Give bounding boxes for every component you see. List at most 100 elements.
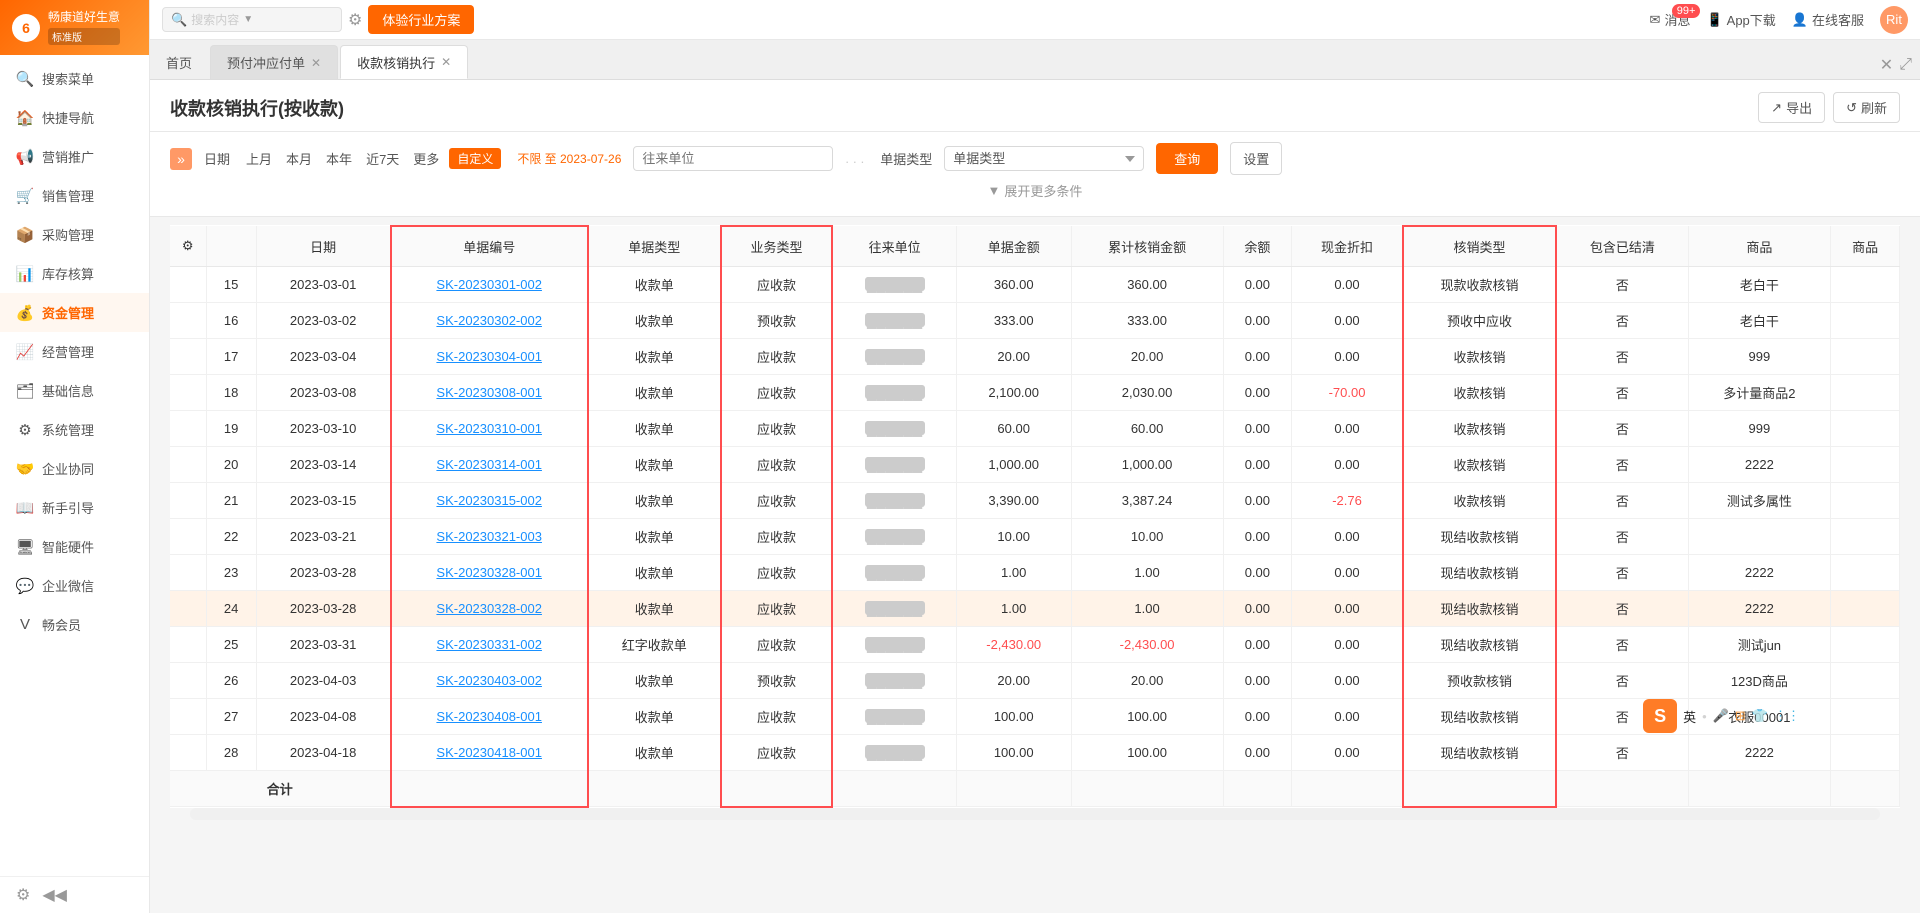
doc-no-link[interactable]: SK-20230304-001 [436, 349, 542, 364]
sidebar-item-enterprise[interactable]: 🤝 企业协同 [0, 449, 149, 488]
doc-no-link[interactable]: SK-20230328-001 [436, 565, 542, 580]
sidebar-item-vip[interactable]: V 畅会员 [0, 605, 149, 644]
doc-no-link[interactable]: SK-20230328-002 [436, 601, 542, 616]
gear-icon[interactable]: ⚙ [348, 10, 362, 30]
search-icon: 🔍 [16, 70, 34, 88]
solution-button[interactable]: 体验行业方案 [368, 5, 474, 34]
table-cell[interactable]: SK-20230308-001 [391, 375, 588, 411]
tab-receipt-verify-close-icon[interactable]: ✕ [441, 55, 451, 69]
watermark-shirt-icon: 👕 [1752, 708, 1768, 724]
table-cell: 3,390.00 [956, 483, 1071, 519]
doc-no-link[interactable]: SK-20230301-002 [436, 277, 542, 292]
doc-no-link[interactable]: SK-20230310-001 [436, 421, 542, 436]
table-cell: 预收款 [721, 663, 833, 699]
table-cell: 15 [206, 267, 256, 303]
table-cell: 2023-03-01 [256, 267, 390, 303]
doc-no-link[interactable]: SK-20230403-002 [436, 673, 542, 688]
online-service-link[interactable]: 👤 在线客服 [1792, 10, 1864, 29]
refresh-button[interactable]: ↺ 刷新 [1833, 92, 1900, 123]
table-cell[interactable]: SK-20230310-001 [391, 411, 588, 447]
tab-prepay-close-icon[interactable]: ✕ [311, 56, 321, 70]
sidebar-item-sales[interactable]: 🛒 销售管理 [0, 176, 149, 215]
table-cell[interactable]: SK-20230331-002 [391, 627, 588, 663]
filter-expand-button[interactable]: ▼ 展开更多条件 [170, 175, 1900, 206]
table-cell[interactable]: SK-20230403-002 [391, 663, 588, 699]
table-cell [170, 375, 206, 411]
doc-no-link[interactable]: SK-20230308-001 [436, 385, 542, 400]
expand-tab-button[interactable]: ⤢ [1899, 56, 1912, 74]
table-cell: 收款单 [588, 447, 721, 483]
table-cell[interactable]: SK-20230304-001 [391, 339, 588, 375]
doc-no-link[interactable]: SK-20230302-002 [436, 313, 542, 328]
sidebar-item-guide[interactable]: 📖 新手引导 [0, 488, 149, 527]
doc-no-link[interactable]: SK-20230408-001 [436, 709, 542, 724]
sidebar-item-label: 新手引导 [42, 498, 94, 517]
sidebar-item-marketing[interactable]: 📢 营销推广 [0, 137, 149, 176]
sidebar-item-system[interactable]: ⚙ 系统管理 [0, 410, 149, 449]
table-cell: 现结收款核销 [1403, 699, 1556, 735]
doc-type-select[interactable]: 单据类型 [944, 146, 1144, 171]
date-custom-button[interactable]: 自定义 [449, 148, 501, 169]
topbar-search-box[interactable]: 🔍 搜索内容 ▼ [162, 7, 342, 32]
table-cell: 17 [206, 339, 256, 375]
page-actions: ↗ 导出 ↺ 刷新 [1758, 92, 1900, 123]
date-prev-month-button[interactable]: 上月 [242, 147, 276, 170]
close-tab-button[interactable]: ✕ [1880, 55, 1893, 75]
table-cell: 0.00 [1292, 303, 1403, 339]
settings-footer-icon[interactable]: ⚙ [16, 885, 30, 905]
date-this-year-button[interactable]: 本年 [322, 147, 356, 170]
table-cell[interactable]: SK-20230408-001 [391, 699, 588, 735]
date-this-month-button[interactable]: 本月 [282, 147, 316, 170]
sidebar-item-quicknav[interactable]: 🏠 快捷导航 [0, 98, 149, 137]
doc-no-link[interactable]: SK-20230331-002 [436, 637, 542, 652]
query-button[interactable]: 查询 [1156, 143, 1218, 174]
table-cell: 应收款 [721, 339, 833, 375]
table-cell[interactable]: SK-20230328-002 [391, 591, 588, 627]
table-cell [170, 663, 206, 699]
operations-icon: 📈 [16, 343, 34, 361]
refresh-icon: ↺ [1846, 100, 1857, 116]
col-setting[interactable]: ⚙ [170, 226, 206, 267]
table-cell: 999 [1688, 339, 1831, 375]
tab-receipt-verify[interactable]: 收款核销执行 ✕ [340, 45, 468, 79]
sidebar-item-hardware[interactable]: 🖥 智能硬件 [0, 527, 149, 566]
tab-prepay[interactable]: 预付冲应付单 ✕ [210, 45, 338, 79]
horizontal-scrollbar[interactable] [190, 808, 1880, 820]
date-7days-button[interactable]: 近7天 [362, 147, 403, 170]
table-cell: 预收款核销 [1403, 663, 1556, 699]
tab-home[interactable]: 首页 [150, 45, 208, 79]
table-row: 192023-03-10SK-20230310-001收款单应收款██████6… [170, 411, 1900, 447]
footer-biztype [721, 771, 833, 807]
message-button[interactable]: ✉ 消息 99+ [1650, 10, 1691, 29]
doc-no-link[interactable]: SK-20230321-003 [436, 529, 542, 544]
sidebar-item-operations[interactable]: 📈 经营管理 [0, 332, 149, 371]
table-cell[interactable]: SK-20230302-002 [391, 303, 588, 339]
export-button[interactable]: ↗ 导出 [1758, 92, 1825, 123]
table-cell: 2,030.00 [1071, 375, 1223, 411]
settings-button[interactable]: 设置 [1230, 142, 1282, 175]
sidebar-item-purchase[interactable]: 📦 采购管理 [0, 215, 149, 254]
table-cell: 28 [206, 735, 256, 771]
dropdown-arrow-icon[interactable]: ▼ [243, 14, 253, 25]
app-download-link[interactable]: 📱 App下载 [1706, 10, 1775, 29]
filter-toggle-button[interactable]: » [170, 148, 192, 170]
table-cell[interactable]: SK-20230301-002 [391, 267, 588, 303]
table-cell[interactable]: SK-20230328-001 [391, 555, 588, 591]
sidebar-item-basic[interactable]: 🗂 基础信息 [0, 371, 149, 410]
date-more-button[interactable]: 更多 [409, 147, 443, 170]
partner-input[interactable] [633, 146, 833, 171]
table-cell[interactable]: SK-20230321-003 [391, 519, 588, 555]
sidebar-item-wechat[interactable]: 💬 企业微信 [0, 566, 149, 605]
user-avatar[interactable]: Rit [1880, 6, 1908, 34]
sidebar-item-inventory[interactable]: 📊 库存核算 [0, 254, 149, 293]
doc-no-link[interactable]: SK-20230314-001 [436, 457, 542, 472]
table-cell: 2023-04-03 [256, 663, 390, 699]
table-cell[interactable]: SK-20230315-002 [391, 483, 588, 519]
sidebar-item-search[interactable]: 🔍 搜索菜单 [0, 59, 149, 98]
table-cell[interactable]: SK-20230418-001 [391, 735, 588, 771]
collapse-icon[interactable]: ◀◀ [42, 885, 67, 905]
sidebar-item-finance[interactable]: 💰 资金管理 [0, 293, 149, 332]
doc-no-link[interactable]: SK-20230315-002 [436, 493, 542, 508]
table-cell[interactable]: SK-20230314-001 [391, 447, 588, 483]
doc-no-link[interactable]: SK-20230418-001 [436, 745, 542, 760]
